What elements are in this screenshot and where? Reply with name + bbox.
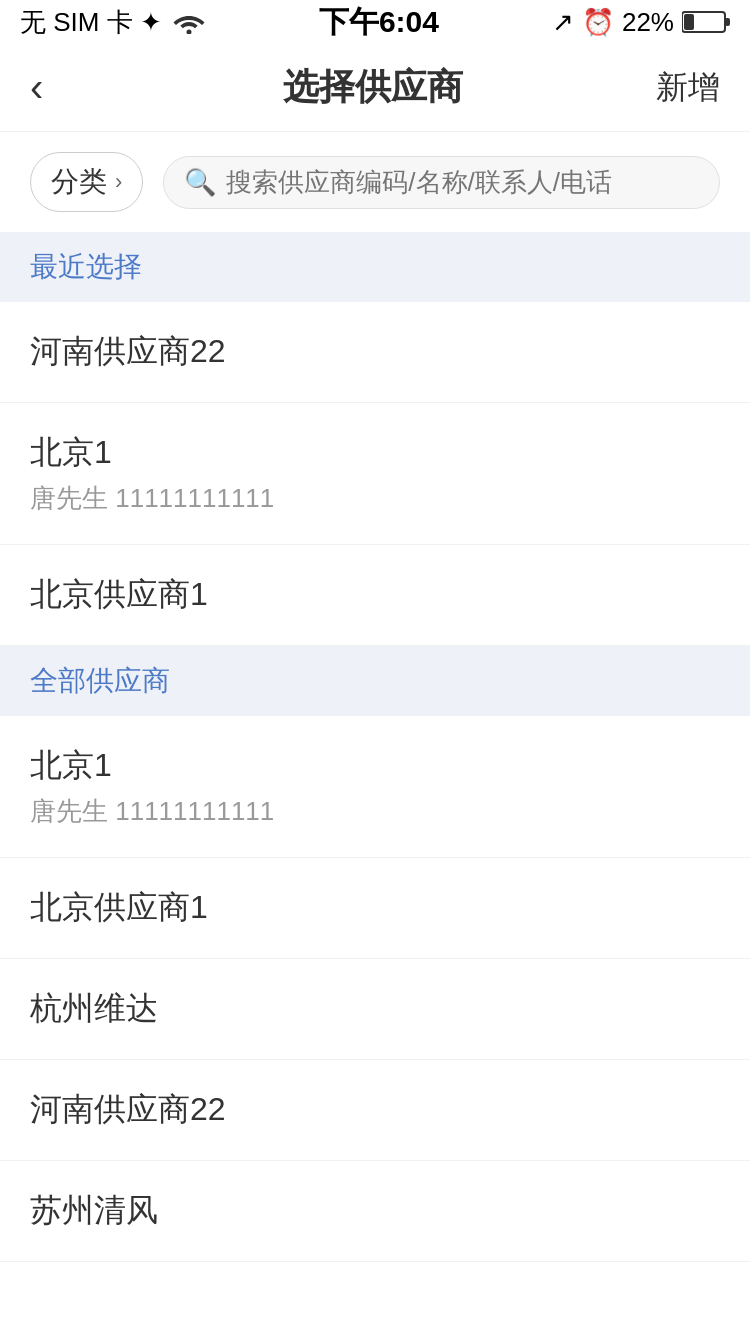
page-title: 选择供应商 <box>283 63 463 112</box>
category-button[interactable]: 分类 › <box>30 152 143 212</box>
chevron-right-icon: › <box>115 169 122 195</box>
list-item[interactable]: 北京1 唐先生 11111111111 <box>0 403 750 545</box>
recent-items-list: 河南供应商22 北京1 唐先生 11111111111 北京供应商1 <box>0 302 750 646</box>
all-section-label: 全部供应商 <box>30 665 170 696</box>
status-bar: 无 SIM 卡 ✦ 下午6:04 ↗ ⏰ 22% <box>0 0 750 44</box>
list-item[interactable]: 北京1 唐先生 11111111111 <box>0 716 750 858</box>
all-section-header: 全部供应商 <box>0 646 750 716</box>
list-item[interactable]: 河南供应商22 <box>0 302 750 403</box>
status-left: 无 SIM 卡 ✦ <box>20 5 206 40</box>
search-icon: 🔍 <box>184 167 216 198</box>
wifi-icon <box>172 10 206 34</box>
item-name: 河南供应商22 <box>30 330 720 374</box>
all-items-list: 北京1 唐先生 11111111111 北京供应商1 杭州维达 河南供应商22 苏… <box>0 716 750 1262</box>
recent-section-label: 最近选择 <box>30 251 142 282</box>
list-item[interactable]: 苏州清风 <box>0 1161 750 1262</box>
item-name: 北京供应商1 <box>30 886 720 930</box>
recent-section-header: 最近选择 <box>0 232 750 302</box>
item-name: 北京1 <box>30 744 720 788</box>
nav-bar: ‹ 选择供应商 新增 <box>0 44 750 132</box>
back-button[interactable]: ‹ <box>30 65 90 110</box>
list-item[interactable]: 河南供应商22 <box>0 1060 750 1161</box>
battery-icon <box>682 9 730 35</box>
svg-rect-2 <box>725 18 730 26</box>
item-name: 苏州清风 <box>30 1189 720 1233</box>
item-name: 北京1 <box>30 431 720 475</box>
item-name: 河南供应商22 <box>30 1088 720 1132</box>
add-button[interactable]: 新增 <box>656 66 720 110</box>
item-name: 北京供应商1 <box>30 573 720 617</box>
category-label: 分类 <box>51 163 107 201</box>
item-sub: 唐先生 11111111111 <box>30 794 720 829</box>
list-item[interactable]: 北京供应商1 <box>0 858 750 959</box>
alarm-icon: ⏰ <box>582 7 614 38</box>
battery-text: 22% <box>622 7 674 38</box>
search-box[interactable]: 🔍 <box>163 156 720 209</box>
svg-rect-3 <box>684 14 694 30</box>
svg-point-0 <box>186 30 191 35</box>
list-item[interactable]: 杭州维达 <box>0 959 750 1060</box>
search-input[interactable] <box>226 167 699 198</box>
list-item[interactable]: 北京供应商1 <box>0 545 750 646</box>
item-sub: 唐先生 11111111111 <box>30 481 720 516</box>
location-icon: ↗ <box>552 7 574 38</box>
no-sim-text: 无 SIM 卡 ✦ <box>20 5 162 40</box>
status-time: 下午6:04 <box>319 2 439 43</box>
item-name: 杭州维达 <box>30 987 720 1031</box>
status-right: ↗ ⏰ 22% <box>552 7 730 38</box>
filter-bar: 分类 › 🔍 <box>0 132 750 232</box>
